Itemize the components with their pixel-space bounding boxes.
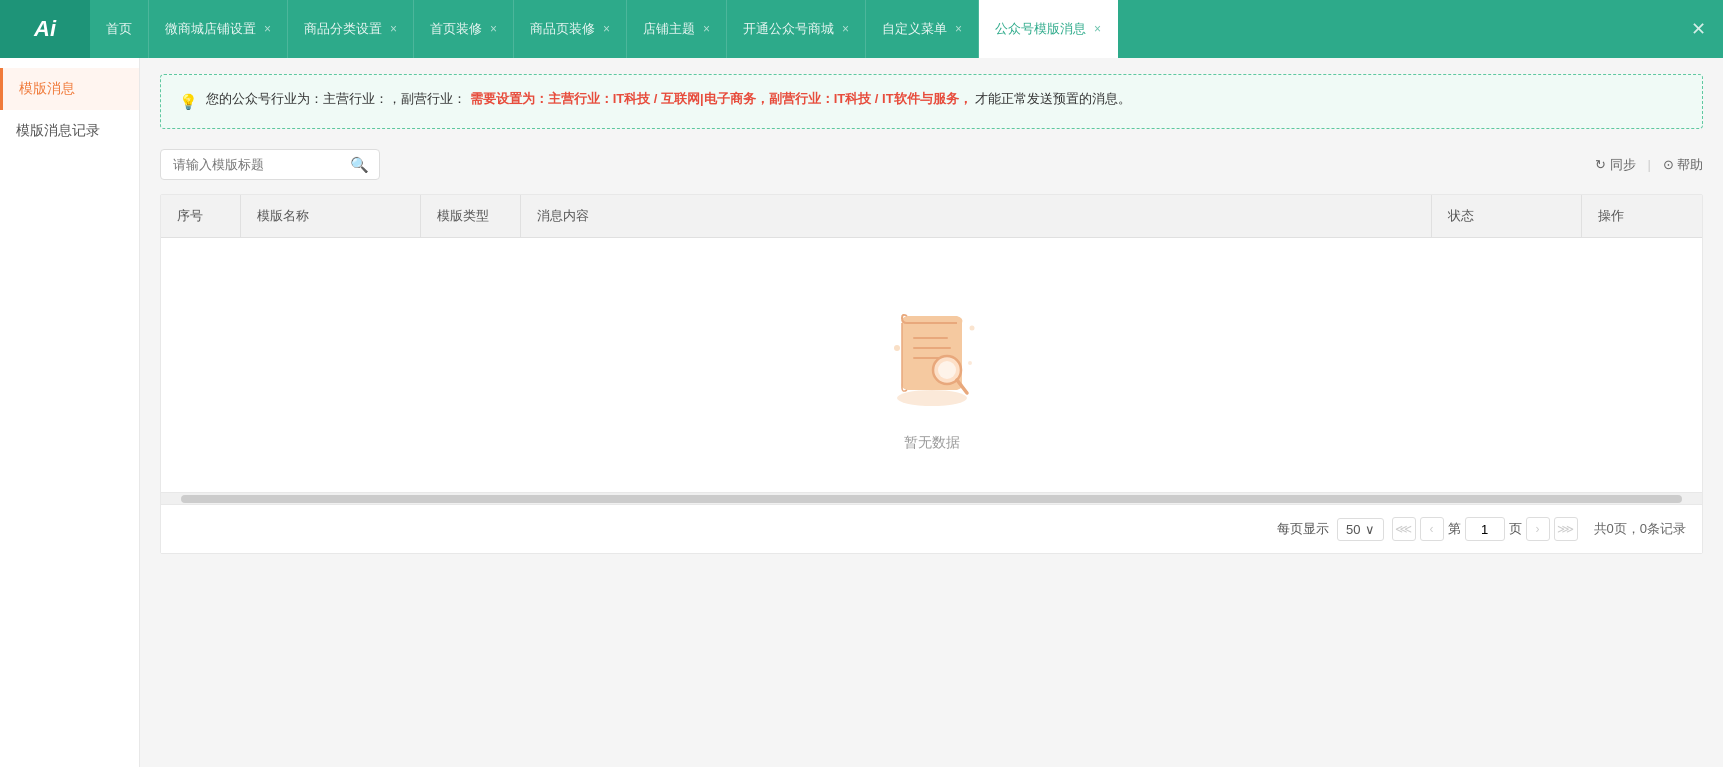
sync-label: 同步 (1610, 156, 1636, 174)
nav-tab-label-template-message: 公众号模版消息 (995, 20, 1086, 38)
pagination: 每页显示 50 ∨ ⋘ ‹ 第 页 › ⋙ 共0页，0条记录 (161, 504, 1702, 553)
nav-tab-close-category-settings[interactable]: × (390, 22, 397, 36)
content-area: 💡 您的公众号行业为：主营行业：，副营行业： 需要设置为：主营行业：IT科技 /… (140, 58, 1723, 767)
next-page-button[interactable]: › (1526, 517, 1550, 541)
page-navigation: ⋘ ‹ 第 页 › ⋙ (1392, 517, 1578, 541)
search-button[interactable]: 🔍 (348, 156, 371, 174)
help-label: 帮助 (1677, 156, 1703, 174)
divider: | (1648, 157, 1651, 172)
sync-icon: ↻ (1595, 157, 1606, 172)
nav-tab-label-home-decor: 首页装修 (430, 20, 482, 38)
nav-tab-close-template-message[interactable]: × (1094, 22, 1101, 36)
page-size-label: 每页显示 (1277, 520, 1329, 538)
svg-point-0 (897, 390, 967, 406)
empty-illustration (872, 298, 992, 418)
nav-tab-label-category-settings: 商品分类设置 (304, 20, 382, 38)
nav-tab-home-decor[interactable]: 首页装修 × (414, 0, 514, 58)
nav-tab-home[interactable]: 首页 (90, 0, 149, 58)
page-prefix: 第 (1448, 520, 1461, 538)
horizontal-scrollbar[interactable] (161, 492, 1702, 504)
nav-tab-shop-settings[interactable]: 微商城店铺设置 × (149, 0, 288, 58)
sidebar: 模版消息模版消息记录 (0, 58, 140, 767)
table-header: 序号 模版名称 模版类型 消息内容 状态 操作 (161, 195, 1702, 238)
search-bar: 🔍 ↻ 同步 | ⊙ 帮助 (160, 149, 1703, 180)
nav-tab-close-product-decor[interactable]: × (603, 22, 610, 36)
last-page-button[interactable]: ⋙ (1554, 517, 1578, 541)
page-size-value: 50 (1346, 522, 1360, 537)
col-status-header: 状态 (1432, 195, 1582, 237)
empty-state: 暂无数据 (161, 238, 1702, 492)
main-layout: 模版消息模版消息记录 💡 您的公众号行业为：主营行业：，副营行业： 需要设置为：… (0, 58, 1723, 767)
notice-text: 您的公众号行业为：主营行业：，副营行业： 需要设置为：主营行业：IT科技 / 互… (206, 89, 1131, 110)
top-nav: Ai 首页微商城店铺设置×商品分类设置×首页装修×商品页装修×店铺主题×开通公众… (0, 0, 1723, 58)
svg-point-9 (968, 361, 972, 365)
dropdown-icon: ∨ (1365, 522, 1375, 537)
nav-tab-custom-menu[interactable]: 自定义菜单 × (866, 0, 979, 58)
nav-tab-close-open-wechat-mall[interactable]: × (842, 22, 849, 36)
nav-tab-label-custom-menu: 自定义菜单 (882, 20, 947, 38)
page-unit: 页 (1509, 520, 1522, 538)
nav-tab-label-product-decor: 商品页装修 (530, 20, 595, 38)
nav-tab-open-wechat-mall[interactable]: 开通公众号商城 × (727, 0, 866, 58)
svg-point-8 (969, 326, 974, 331)
nav-tab-close-home-decor[interactable]: × (490, 22, 497, 36)
nav-tab-close-shop-settings[interactable]: × (264, 22, 271, 36)
nav-tab-close-custom-menu[interactable]: × (955, 22, 962, 36)
search-container: 🔍 (160, 149, 380, 180)
nav-tab-label-shop-theme: 店铺主题 (643, 20, 695, 38)
svg-point-5 (938, 361, 956, 379)
nav-tabs: 首页微商城店铺设置×商品分类设置×首页装修×商品页装修×店铺主题×开通公众号商城… (90, 0, 1673, 58)
nav-tab-label-shop-settings: 微商城店铺设置 (165, 20, 256, 38)
page-size-select[interactable]: 50 ∨ (1337, 518, 1383, 541)
scrollbar-thumb[interactable] (181, 495, 1682, 503)
svg-point-7 (894, 345, 900, 351)
data-table: 序号 模版名称 模版类型 消息内容 状态 操作 (160, 194, 1703, 554)
sync-button[interactable]: ↻ 同步 (1595, 156, 1636, 174)
empty-text: 暂无数据 (904, 434, 960, 452)
nav-tab-category-settings[interactable]: 商品分类设置 × (288, 0, 414, 58)
nav-tab-label-home: 首页 (106, 20, 132, 38)
sidebar-item-template-msg[interactable]: 模版消息 (0, 68, 139, 110)
help-icon: ⊙ (1663, 157, 1674, 172)
nav-tab-shop-theme[interactable]: 店铺主题 × (627, 0, 727, 58)
search-actions: ↻ 同步 | ⊙ 帮助 (1595, 156, 1703, 174)
first-page-button[interactable]: ⋘ (1392, 517, 1416, 541)
notice-banner: 💡 您的公众号行业为：主营行业：，副营行业： 需要设置为：主营行业：IT科技 /… (160, 74, 1703, 129)
total-info: 共0页，0条记录 (1594, 520, 1686, 538)
col-type-header: 模版类型 (421, 195, 521, 237)
notice-highlight: 需要设置为：主营行业：IT科技 / 互联网|电子商务，副营行业：IT科技 / I… (470, 91, 972, 106)
nav-tab-close-shop-theme[interactable]: × (703, 22, 710, 36)
col-seq-header: 序号 (161, 195, 241, 237)
nav-tab-product-decor[interactable]: 商品页装修 × (514, 0, 627, 58)
col-content-header: 消息内容 (521, 195, 1432, 237)
page-number-input[interactable] (1465, 517, 1505, 541)
sidebar-item-template-msg-record[interactable]: 模版消息记录 (0, 110, 139, 152)
prev-page-button[interactable]: ‹ (1420, 517, 1444, 541)
nav-tab-template-message[interactable]: 公众号模版消息 × (979, 0, 1118, 58)
nav-tab-label-open-wechat-mall: 开通公众号商城 (743, 20, 834, 38)
col-name-header: 模版名称 (241, 195, 421, 237)
app-logo: Ai (0, 0, 90, 58)
close-all-button[interactable]: ✕ (1673, 18, 1723, 40)
search-input[interactable] (169, 150, 348, 179)
col-action-header: 操作 (1582, 195, 1702, 237)
notice-icon: 💡 (179, 90, 198, 114)
help-button[interactable]: ⊙ 帮助 (1663, 156, 1703, 174)
